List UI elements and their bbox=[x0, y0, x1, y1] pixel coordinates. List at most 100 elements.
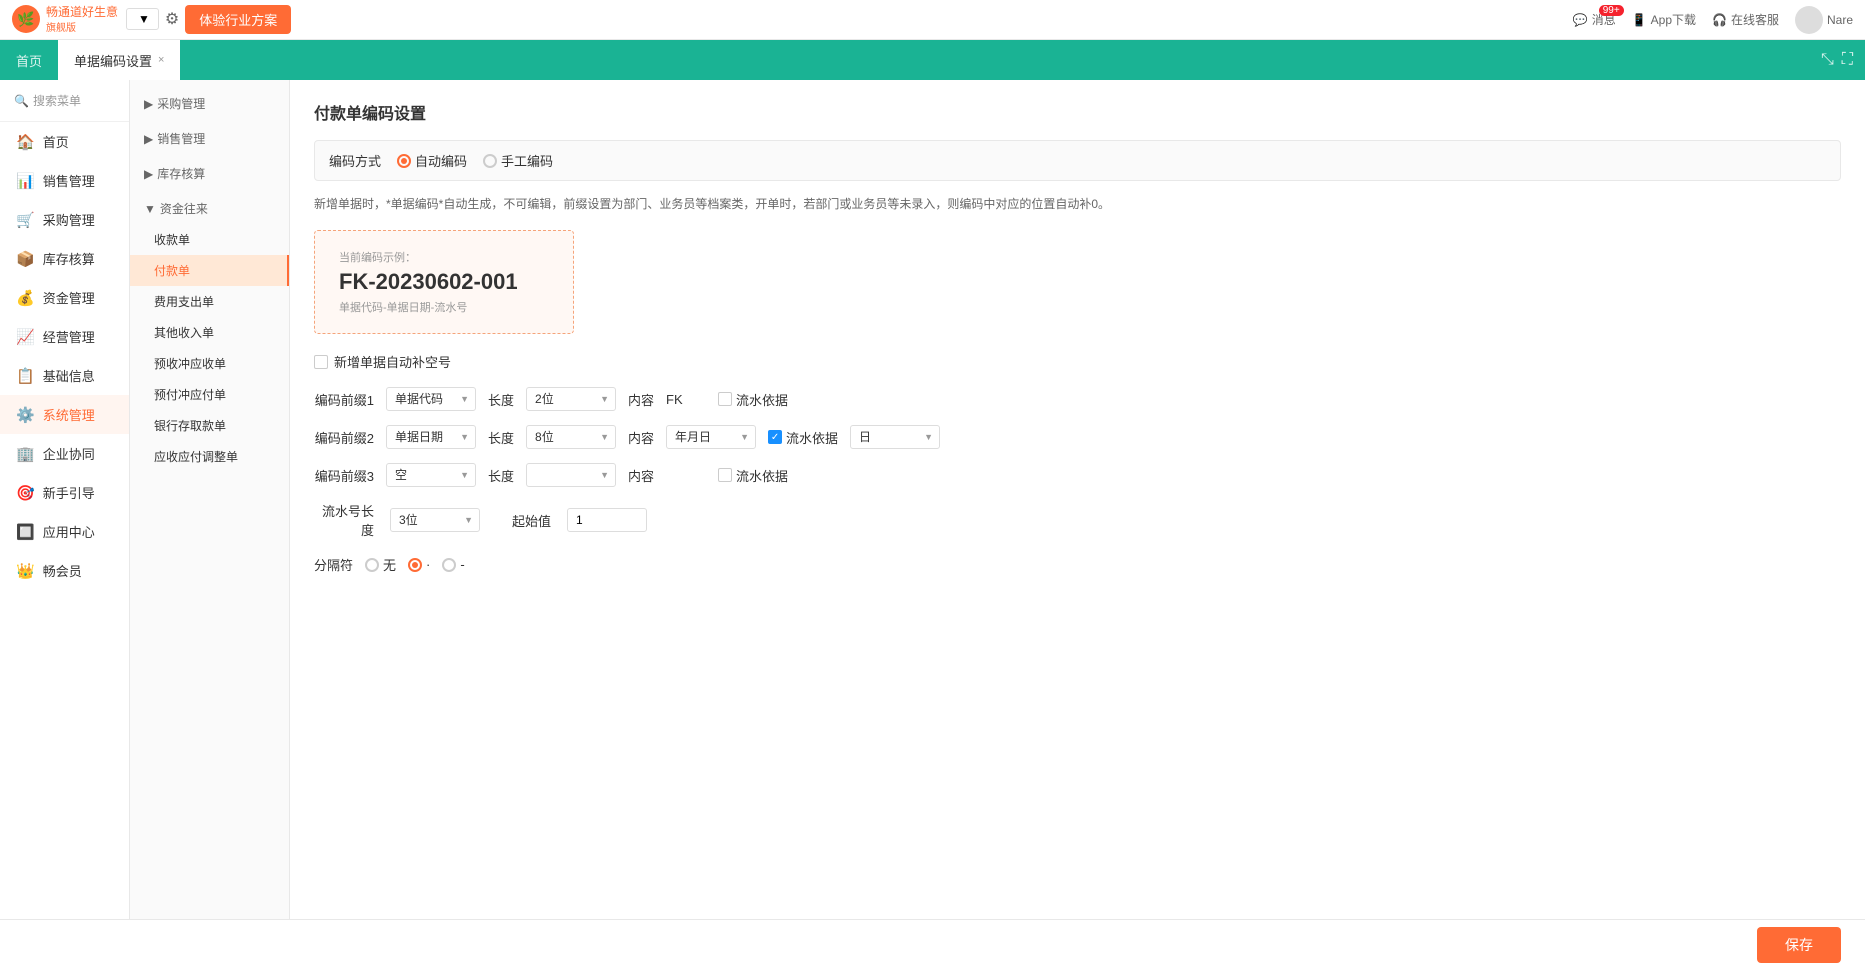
sub-group-sales-title[interactable]: ▶ 销售管理 bbox=[130, 123, 289, 154]
sidebar-item-member[interactable]: 👑 畅会员 bbox=[0, 551, 129, 590]
sidebar-item-system[interactable]: ⚙️ 系统管理 bbox=[0, 395, 129, 434]
logo-text-block: 畅通道好生意 旗舰版 bbox=[46, 5, 118, 34]
app-download-icon: 📱 bbox=[1632, 13, 1647, 27]
sub-item-adjustment[interactable]: 应收应付调整单 bbox=[130, 441, 289, 472]
sidebar-item-finance[interactable]: 💰 资金管理 bbox=[0, 278, 129, 317]
sidebar-item-sales[interactable]: 📊 销售管理 bbox=[0, 161, 129, 200]
prefix1-stream-check[interactable] bbox=[718, 392, 732, 406]
separator-dash-label: - bbox=[460, 557, 464, 572]
sub-item-prepaid-payable[interactable]: 预付冲应付单 bbox=[130, 379, 289, 410]
online-service-icon: 🎧 bbox=[1712, 13, 1727, 27]
code-preview-label: 当前编码示例： bbox=[339, 249, 549, 265]
prefix2-unit-select[interactable]: 日 bbox=[850, 425, 940, 449]
prefix3-length-select[interactable] bbox=[526, 463, 616, 487]
sub-item-other-income[interactable]: 其他收入单 bbox=[130, 317, 289, 348]
sidebar-item-label: 采购管理 bbox=[43, 210, 95, 229]
prefix2-unit-wrapper: 日 bbox=[850, 425, 940, 449]
tab-settings[interactable]: 单据编码设置 × bbox=[58, 40, 180, 80]
prefix2-length-label: 长度 bbox=[488, 428, 514, 447]
expand-icon[interactable]: ⤡ bbox=[1821, 51, 1834, 69]
prefix1-content-label: 内容 bbox=[628, 390, 654, 409]
page-title: 付款单编码设置 bbox=[314, 100, 1841, 124]
prefix3-select-wrapper: 空 bbox=[386, 463, 476, 487]
sub-item-expense[interactable]: 费用支出单 bbox=[130, 286, 289, 317]
manual-encoding-label: 手工编码 bbox=[501, 151, 553, 170]
sales-icon: 📊 bbox=[16, 172, 35, 190]
sidebar-item-guide[interactable]: 🎯 新手引导 bbox=[0, 473, 129, 512]
prefix1-select-wrapper: 单据代码 bbox=[386, 387, 476, 411]
prefix2-stream-checkbox[interactable]: ✓ 流水依据 bbox=[768, 428, 838, 447]
sub-group-label: 资金往来 bbox=[160, 200, 208, 217]
sub-item-prepaid-receivable[interactable]: 预收冲应收单 bbox=[130, 348, 289, 379]
sidebar: 🔍 搜索菜单 🏠 首页 📊 销售管理 🛒 采购管理 📦 库存核算 💰 bbox=[0, 80, 130, 969]
prefix2-stream-check[interactable]: ✓ bbox=[768, 430, 782, 444]
experience-button[interactable]: 体验行业方案 bbox=[185, 5, 291, 34]
chevron-right-icon: ▶ bbox=[144, 167, 153, 181]
manual-encoding-radio[interactable]: 手工编码 bbox=[483, 151, 553, 170]
topbar-right: 💬 消息 99+ 📱 App下载 🎧 在线客服 Nare bbox=[1573, 6, 1853, 34]
tab-close-icon[interactable]: × bbox=[158, 54, 164, 66]
sub-item-bank[interactable]: 银行存取款单 bbox=[130, 410, 289, 441]
app-logo: 🌿 畅通道好生意 旗舰版 bbox=[12, 5, 118, 34]
prefix1-length-select[interactable]: 2位 bbox=[526, 387, 616, 411]
logo-icon: 🌿 bbox=[12, 5, 40, 33]
separator-dash-radio[interactable]: - bbox=[442, 557, 464, 572]
auto-fill-row: 新增单据自动补空号 bbox=[314, 352, 1841, 371]
sub-item-receipt[interactable]: 收款单 bbox=[130, 224, 289, 255]
prefix1-stream-checkbox[interactable]: 流水依据 bbox=[718, 390, 788, 409]
prefix3-stream-checkbox[interactable]: 流水依据 bbox=[718, 466, 788, 485]
sidebar-item-label: 畅会员 bbox=[43, 561, 82, 580]
sidebar-item-operations[interactable]: 📈 经营管理 bbox=[0, 317, 129, 356]
user-profile[interactable]: Nare bbox=[1795, 6, 1853, 34]
sidebar-item-label: 资金管理 bbox=[43, 288, 95, 307]
sidebar-search[interactable]: 🔍 搜索菜单 bbox=[0, 80, 129, 122]
sidebar-item-label: 基础信息 bbox=[43, 366, 95, 385]
prefix3-select[interactable]: 空 bbox=[386, 463, 476, 487]
prefix2-select[interactable]: 单据日期 bbox=[386, 425, 476, 449]
prefix1-stream-label: 流水依据 bbox=[736, 390, 788, 409]
prefix2-row: 编码前缀2 单据日期 长度 8位 内容 年月日 ✓ 流水依据 bbox=[314, 425, 1841, 449]
sub-item-payment[interactable]: 付款单 bbox=[130, 255, 289, 286]
basic-icon: 📋 bbox=[16, 367, 35, 385]
message-icon: 💬 bbox=[1573, 13, 1588, 27]
operations-icon: 📈 bbox=[16, 328, 35, 346]
tabbar-actions: ⤡ ⛶ bbox=[1821, 51, 1865, 69]
search-menu[interactable]: 🔍 搜索菜单 bbox=[8, 88, 121, 113]
message-button[interactable]: 💬 消息 99+ bbox=[1573, 11, 1616, 28]
online-service-button[interactable]: 🎧 在线客服 bbox=[1712, 11, 1779, 28]
sub-group-inventory-title[interactable]: ▶ 库存核算 bbox=[130, 158, 289, 189]
prefix2-content-select[interactable]: 年月日 bbox=[666, 425, 756, 449]
home-icon: 🏠 bbox=[16, 133, 35, 151]
sidebar-item-home[interactable]: 🏠 首页 bbox=[0, 122, 129, 161]
sidebar-item-basic[interactable]: 📋 基础信息 bbox=[0, 356, 129, 395]
sub-group-purchase-title[interactable]: ▶ 采购管理 bbox=[130, 88, 289, 119]
user-name: Nare bbox=[1827, 13, 1853, 27]
gear-button[interactable]: ⚙ bbox=[165, 9, 179, 29]
separator-none-radio[interactable]: 无 bbox=[365, 555, 396, 574]
fullscreen-icon[interactable]: ⛶ bbox=[1842, 51, 1853, 69]
tab-home[interactable]: 首页 bbox=[0, 40, 58, 80]
sub-group-finance-title[interactable]: ▼ 资金往来 bbox=[130, 193, 289, 224]
sidebar-item-apps[interactable]: 🔲 应用中心 bbox=[0, 512, 129, 551]
auto-fill-checkbox[interactable] bbox=[314, 355, 328, 369]
sidebar-item-label: 系统管理 bbox=[43, 405, 95, 424]
app-download-button[interactable]: 📱 App下载 bbox=[1632, 11, 1696, 28]
separator-dot-radio[interactable]: · bbox=[408, 557, 430, 572]
auto-encoding-radio[interactable]: 自动编码 bbox=[397, 151, 467, 170]
sidebar-item-inventory[interactable]: 📦 库存核算 bbox=[0, 239, 129, 278]
encoding-method-label: 编码方式 bbox=[329, 151, 381, 170]
prefix3-stream-check[interactable] bbox=[718, 468, 732, 482]
sidebar-item-purchase[interactable]: 🛒 采购管理 bbox=[0, 200, 129, 239]
prefix2-length-select[interactable]: 8位 bbox=[526, 425, 616, 449]
company-icon: 🏢 bbox=[16, 445, 35, 463]
prefix3-length-wrapper bbox=[526, 463, 616, 487]
prefix1-select[interactable]: 单据代码 bbox=[386, 387, 476, 411]
save-button[interactable]: 保存 bbox=[1757, 927, 1841, 963]
sub-group-purchase: ▶ 采购管理 bbox=[130, 88, 289, 119]
logo-title: 畅通道好生意 bbox=[46, 5, 118, 19]
serial-length-select[interactable]: 3位 bbox=[390, 508, 480, 532]
dropdown-button[interactable]: ▼ bbox=[126, 8, 159, 30]
guide-icon: 🎯 bbox=[16, 484, 35, 502]
serial-start-input[interactable] bbox=[567, 508, 647, 532]
sidebar-item-company[interactable]: 🏢 企业协同 bbox=[0, 434, 129, 473]
